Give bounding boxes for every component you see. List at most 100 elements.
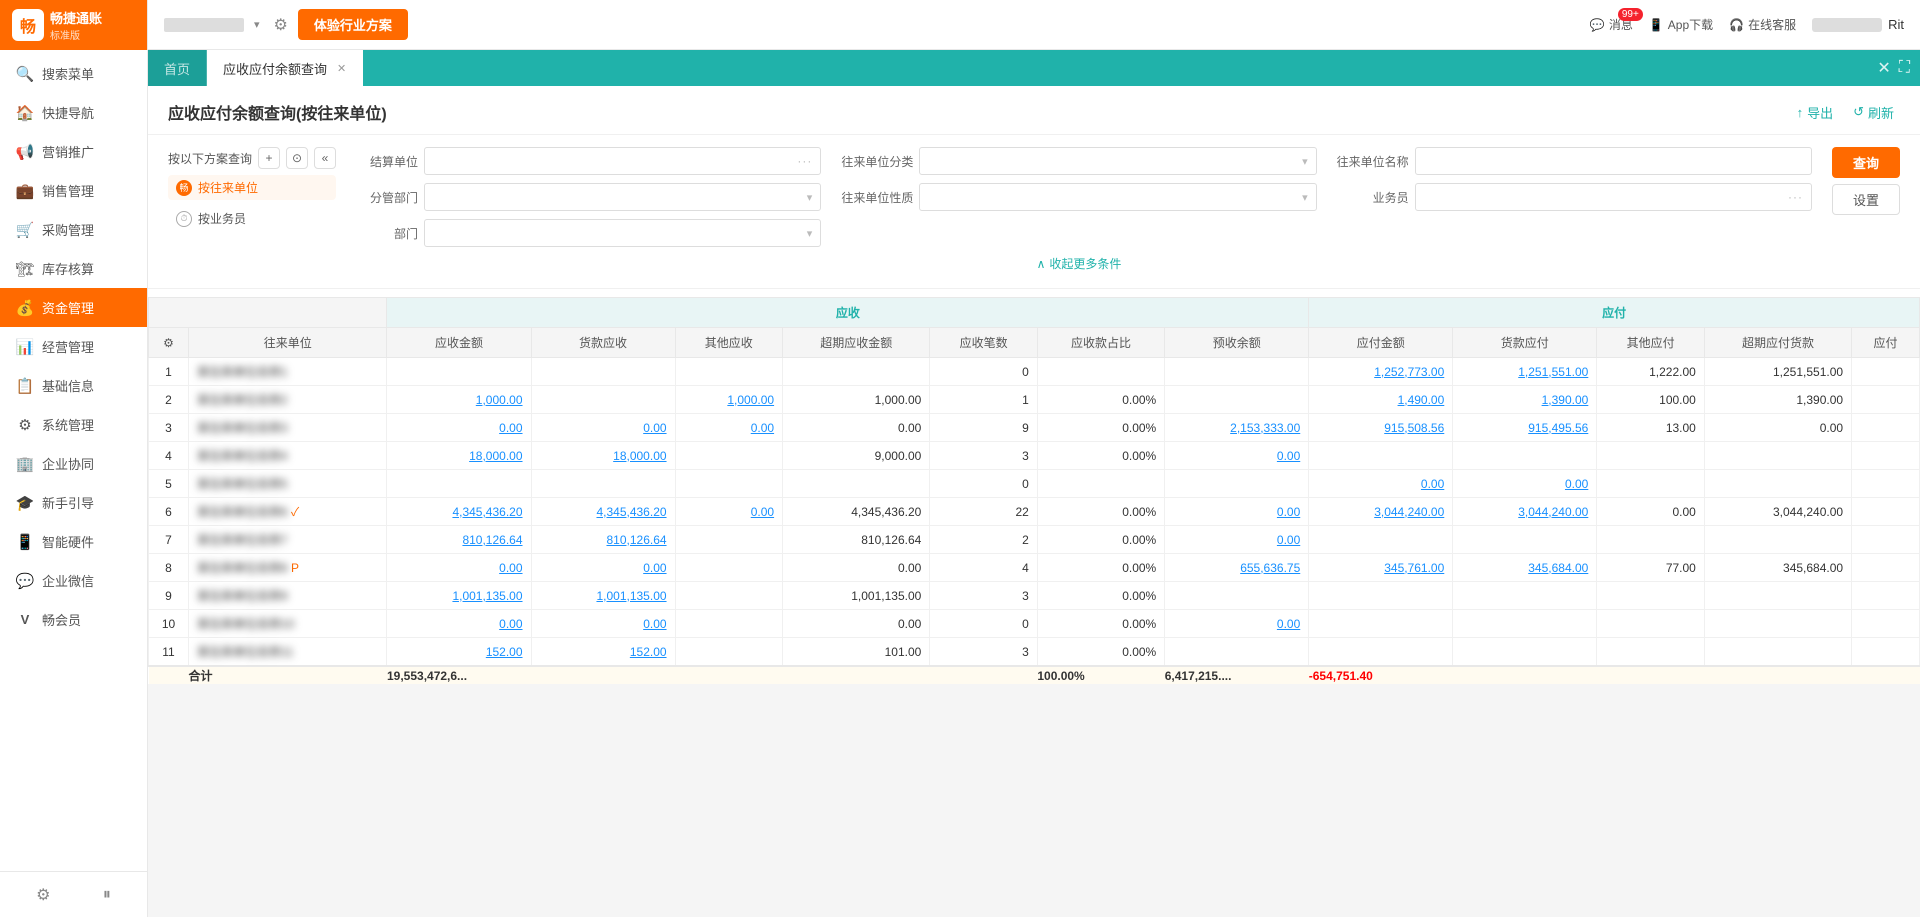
- field-partner-name-label: 往来单位名称: [1337, 153, 1409, 170]
- footer-ap-total: -654,751.40: [1309, 666, 1453, 684]
- sidebar-item-capital[interactable]: 💰 资金管理: [0, 288, 147, 327]
- nav-by-staff-label: 按业务员: [198, 210, 246, 227]
- sidebar-item-enterprise[interactable]: 🏢 企业协同: [0, 444, 147, 483]
- sidebar-item-vip[interactable]: V 畅会员: [0, 600, 147, 639]
- user-name-blur: [1812, 18, 1882, 32]
- sidebar-item-wechat[interactable]: 💬 企业微信: [0, 561, 147, 600]
- sidebar-label-purchase: 采购管理: [42, 220, 94, 239]
- table-wrapper: 应收 应付 ⚙ 往来单位 应收金额 货款应收 其他应收 超期应收金额 应收笔数 …: [148, 297, 1920, 684]
- tab-close-icon[interactable]: ✕: [337, 62, 346, 75]
- th-ap-extra: 应付: [1852, 328, 1920, 358]
- sidebar-label-smart-hw: 智能硬件: [42, 532, 94, 551]
- sidebar-label-system: 系统管理: [42, 415, 94, 434]
- search-menu-icon: 🔍: [16, 65, 34, 83]
- table-row: 11某往来单位名称11152.00152.00101.0030.00%: [149, 638, 1920, 667]
- basic-info-icon: 📋: [16, 377, 34, 395]
- notification-icon: 💬: [1590, 18, 1605, 32]
- field-partner-name-input[interactable]: [1415, 147, 1812, 175]
- setting-button[interactable]: 设置: [1832, 184, 1900, 215]
- logo-icon: 畅: [12, 9, 44, 41]
- th-ap-other: 其他应付: [1597, 328, 1705, 358]
- path-dropdown-icon[interactable]: ▾: [254, 18, 260, 31]
- sidebar-label-vip: 畅会员: [42, 610, 81, 629]
- sidebar-collapse-btn[interactable]: ⏸: [99, 882, 115, 908]
- field-partner-nature-input[interactable]: ▾: [919, 183, 1316, 211]
- sidebar-bottom: ⚙ ⏸: [0, 871, 147, 917]
- online-service-btn[interactable]: 🎧 在线客服: [1729, 16, 1796, 33]
- vip-icon: V: [16, 611, 34, 629]
- breadcrumb: [164, 18, 244, 32]
- marketing-icon: 📢: [16, 143, 34, 161]
- search-left-panel: 按以下方案查询 + ⊙ « 畅 按往来单位 ⏱ 按业务员: [168, 147, 336, 231]
- th-ar-overdue: 超期应收金额: [783, 328, 930, 358]
- collapse-up-icon: ∧: [1037, 257, 1046, 271]
- sidebar-item-marketing[interactable]: 📢 营销推广: [0, 132, 147, 171]
- app-download-label: App下载: [1668, 16, 1713, 33]
- field-salesperson-input[interactable]: ···: [1415, 183, 1812, 211]
- table-row: 3某往来单位名称30.000.000.000.0090.00%2,153,333…: [149, 414, 1920, 442]
- scheme-arrow-btn[interactable]: «: [314, 147, 336, 169]
- sidebar-item-smart-hw[interactable]: 📱 智能硬件: [0, 522, 147, 561]
- field-partner-category-arrow: ▾: [1302, 155, 1308, 168]
- tab-close-window-icon[interactable]: ✕: [1877, 58, 1890, 78]
- query-button[interactable]: 查询: [1832, 147, 1900, 178]
- footer-label: 合计: [189, 666, 387, 684]
- export-button[interactable]: ↑ 导出: [1791, 101, 1840, 124]
- sidebar-item-quick-nav[interactable]: 🏠 快捷导航: [0, 93, 147, 132]
- refresh-button[interactable]: ↺ 刷新: [1847, 101, 1900, 124]
- sidebar-label-capital: 资金管理: [42, 298, 94, 317]
- purchase-icon: 🛒: [16, 221, 34, 239]
- tab-home[interactable]: 首页: [148, 50, 207, 86]
- table-row: 6某往来单位名称6 ✓4,345,436.204,345,436.200.004…: [149, 498, 1920, 526]
- sidebar-label-sales: 销售管理: [42, 181, 94, 200]
- sidebar-item-search-menu[interactable]: 🔍 搜索菜单: [0, 54, 147, 93]
- table-row: 4某往来单位名称418,000.0018,000.009,000.0030.00…: [149, 442, 1920, 470]
- th-ap-overdue: 超期应付货款: [1704, 328, 1851, 358]
- app-download-btn[interactable]: 📱 App下载: [1649, 16, 1713, 33]
- sidebar-item-inventory[interactable]: 🏗 库存核算: [0, 249, 147, 288]
- collapse-row: ∧ 收起更多条件: [346, 251, 1812, 276]
- sidebar-item-purchase[interactable]: 🛒 采购管理: [0, 210, 147, 249]
- sidebar-settings-btn[interactable]: ⚙: [32, 881, 54, 909]
- scheme-settings-btn[interactable]: ⊙: [286, 147, 308, 169]
- tab-expand-icon[interactable]: ⛶: [1899, 59, 1910, 77]
- add-scheme-btn[interactable]: +: [258, 147, 280, 169]
- sidebar-item-basic-info[interactable]: 📋 基础信息: [0, 366, 147, 405]
- sidebar-item-guide[interactable]: 🎓 新手引导: [0, 483, 147, 522]
- sidebar-item-system[interactable]: ⚙ 系统管理: [0, 405, 147, 444]
- th-settings[interactable]: ⚙: [149, 328, 189, 358]
- collapse-button[interactable]: ∧ 收起更多条件: [1037, 255, 1122, 272]
- field-dept-manager-label: 分管部门: [346, 189, 418, 206]
- field-department-arrow: ▾: [807, 227, 813, 240]
- page-actions: ↑ 导出 ↺ 刷新: [1791, 101, 1900, 124]
- notifications-btn[interactable]: 💬 消息 99+: [1590, 16, 1633, 33]
- user-name-rit: Rit: [1888, 17, 1904, 32]
- table-row: 5某往来单位名称500.000.00: [149, 470, 1920, 498]
- field-settlement-unit-input[interactable]: ···: [424, 147, 821, 175]
- tab-ar-ap[interactable]: 应收应付余额查询 ✕: [207, 50, 363, 86]
- table-row: 8某往来单位名称8 P0.000.000.0040.00%655,636.753…: [149, 554, 1920, 582]
- header-gear-icon[interactable]: ⚙: [274, 15, 288, 35]
- th-ar-other: 其他应收: [675, 328, 783, 358]
- field-dept-manager-input[interactable]: ▾: [424, 183, 821, 211]
- system-icon: ⚙: [16, 416, 34, 434]
- tab-home-label: 首页: [164, 59, 190, 78]
- field-settlement-dots: ···: [797, 154, 812, 168]
- sidebar-label-operations: 经营管理: [42, 337, 94, 356]
- sidebar-item-sales[interactable]: 💼 销售管理: [0, 171, 147, 210]
- nav-by-partner[interactable]: 畅 按往来单位: [168, 175, 336, 200]
- nav-by-staff[interactable]: ⏱ 按业务员: [168, 206, 336, 231]
- online-service-icon: 🎧: [1729, 18, 1744, 32]
- logo-sub: 标准版: [50, 27, 102, 42]
- sidebar-label-guide: 新手引导: [42, 493, 94, 512]
- footer-empty1: [149, 666, 189, 684]
- logo-name: 畅捷通账: [50, 8, 102, 27]
- field-dept-manager: 分管部门 ▾: [346, 183, 821, 211]
- th-ap-goods: 货款应付: [1453, 328, 1597, 358]
- field-partner-category-input[interactable]: ▾: [919, 147, 1316, 175]
- tab-ar-ap-label: 应收应付余额查询: [223, 59, 327, 78]
- col-group-ar: 应收: [387, 298, 1309, 328]
- sidebar-item-operations[interactable]: 📊 经营管理: [0, 327, 147, 366]
- field-department-input[interactable]: ▾: [424, 219, 821, 247]
- industry-solution-button[interactable]: 体验行业方案: [298, 9, 408, 40]
